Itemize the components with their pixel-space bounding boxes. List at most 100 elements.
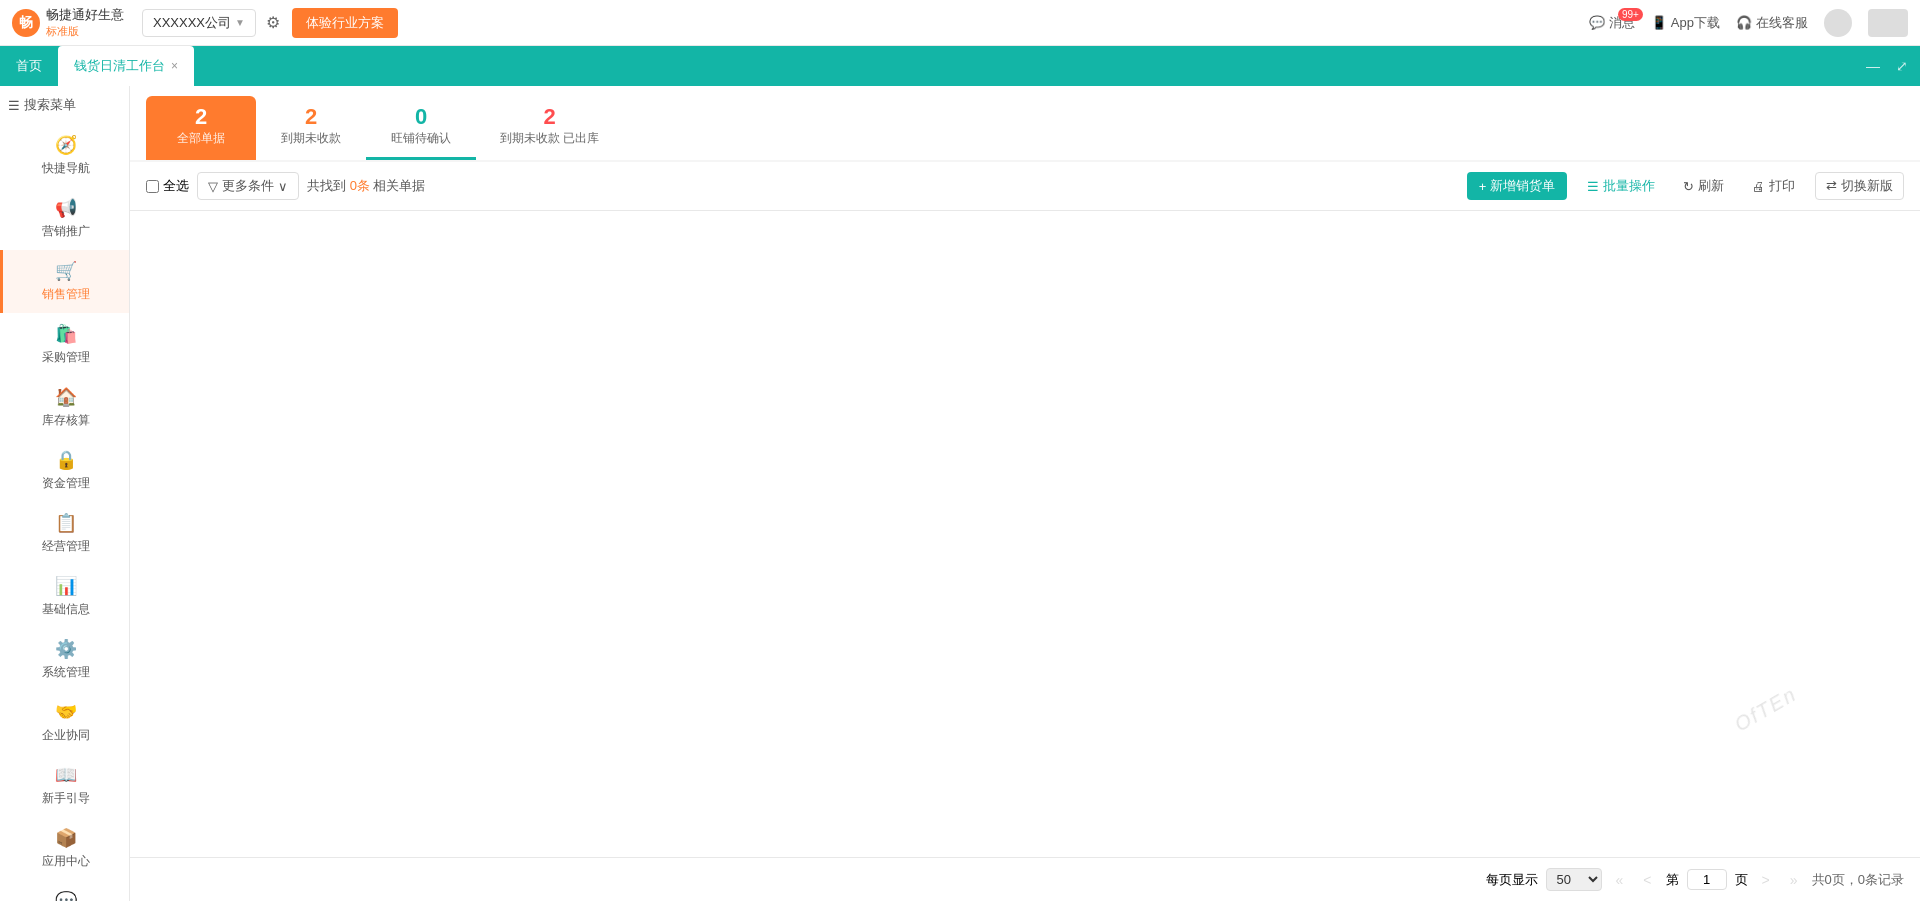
- found-prefix: 共找到: [307, 178, 346, 193]
- purchase-icon: 🛍️: [55, 323, 77, 345]
- sidebar-label-cooperation: 企业协同: [42, 727, 90, 744]
- sidebar-item-guide[interactable]: 📖 新手引导: [0, 754, 129, 817]
- online-service-button[interactable]: 🎧 在线客服: [1736, 14, 1808, 32]
- sidebar-label-inventory: 库存核算: [42, 412, 90, 429]
- online-service-label: 在线客服: [1756, 14, 1808, 32]
- search-menu-button[interactable]: ☰ 搜索菜单: [0, 86, 129, 124]
- found-suffix: 相关单据: [373, 178, 425, 193]
- batch-label: 批量操作: [1603, 177, 1655, 195]
- inventory-icon: 🏠: [55, 386, 77, 408]
- cooperation-icon: 🤝: [55, 701, 77, 723]
- stats-label-overdue: 到期未收款: [281, 130, 341, 147]
- batch-operation-button[interactable]: ☰ 批量操作: [1579, 173, 1663, 199]
- sidebar-item-basic-info[interactable]: 📊 基础信息: [0, 565, 129, 628]
- sidebar-item-operations[interactable]: 📋 经营管理: [0, 502, 129, 565]
- top-header: 畅 畅捷通好生意 标准版 XXXXXX公司 ▼ ⚙ 体验行业方案 💬 消息 99…: [0, 0, 1920, 46]
- stats-count-pending: 0: [415, 104, 427, 130]
- finance-icon: 🔒: [55, 449, 77, 471]
- sidebar-label-quick-nav: 快捷导航: [42, 160, 90, 177]
- empty-content-area: [130, 211, 1920, 857]
- filter-button[interactable]: ▽ 更多条件 ∨: [197, 172, 299, 200]
- page-number-input[interactable]: [1687, 869, 1727, 890]
- message-button[interactable]: 💬 消息 99+: [1589, 14, 1635, 32]
- close-tab-icon[interactable]: ×: [171, 59, 178, 73]
- plus-icon: +: [1479, 179, 1487, 194]
- stats-tab-overdue-out[interactable]: 2 到期未收款 已出库: [476, 96, 623, 160]
- sidebar-item-purchase[interactable]: 🛍️ 采购管理: [0, 313, 129, 376]
- found-text: 共找到 0条 相关单据: [307, 177, 425, 195]
- tab-home[interactable]: 首页: [0, 46, 58, 86]
- company-selector[interactable]: XXXXXX公司 ▼: [142, 9, 256, 37]
- filter-arrow-icon: ∨: [278, 179, 288, 194]
- refresh-button[interactable]: ↻ 刷新: [1675, 173, 1732, 199]
- sidebar-item-wechat[interactable]: 💬 企业微信: [0, 880, 129, 901]
- select-all-input[interactable]: [146, 180, 159, 193]
- sidebar-label-finance: 资金管理: [42, 475, 90, 492]
- sidebar-label-system: 系统管理: [42, 664, 90, 681]
- print-label: 打印: [1769, 177, 1795, 195]
- guide-icon: 📖: [55, 764, 77, 786]
- system-icon: ⚙️: [55, 638, 77, 660]
- sidebar-item-sales[interactable]: 🛒 销售管理: [0, 250, 129, 313]
- main-layout: ☰ 搜索菜单 🧭 快捷导航 📢 营销推广 🛒 销售管理 🛍️ 采购管理 🏠 库存…: [0, 86, 1920, 901]
- settings-icon[interactable]: ⚙: [266, 13, 280, 32]
- stats-tab-pending[interactable]: 0 旺铺待确认: [366, 96, 476, 160]
- logo-sub-text: 标准版: [46, 24, 124, 38]
- tab-active-label: 钱货日清工作台: [74, 57, 165, 75]
- select-all-label: 全选: [163, 177, 189, 195]
- stats-count-all: 2: [195, 104, 207, 130]
- tab-active[interactable]: 钱货日清工作台 ×: [58, 46, 194, 86]
- app-center-icon: 📦: [55, 827, 77, 849]
- trial-button[interactable]: 体验行业方案: [292, 8, 398, 38]
- message-badge: 99+: [1618, 8, 1643, 21]
- next-page-button[interactable]: >: [1756, 870, 1776, 890]
- print-button[interactable]: 🖨 打印: [1744, 173, 1803, 199]
- stats-tab-all[interactable]: 2 全部单据: [146, 96, 256, 160]
- stats-tab-overdue[interactable]: 2 到期未收款: [256, 96, 366, 160]
- switch-version-button[interactable]: ⇄ 切换新版: [1815, 172, 1904, 200]
- avatar[interactable]: [1824, 9, 1852, 37]
- per-page-label: 每页显示: [1486, 871, 1538, 889]
- sidebar-item-cooperation[interactable]: 🤝 企业协同: [0, 691, 129, 754]
- sidebar-label-basic-info: 基础信息: [42, 601, 90, 618]
- sidebar-item-system[interactable]: ⚙️ 系统管理: [0, 628, 129, 691]
- app-download-button[interactable]: 📱 App下载: [1651, 14, 1720, 32]
- tabs-bar: 首页 钱货日清工作台 × — ⤢: [0, 46, 1920, 86]
- refresh-icon: ↻: [1683, 179, 1694, 194]
- sidebar-item-quick-nav[interactable]: 🧭 快捷导航: [0, 124, 129, 187]
- sales-icon: 🛒: [55, 260, 77, 282]
- stats-label-pending: 旺铺待确认: [391, 130, 451, 147]
- first-page-button[interactable]: «: [1610, 870, 1630, 890]
- sidebar-item-marketing[interactable]: 📢 营销推广: [0, 187, 129, 250]
- user-menu[interactable]: [1868, 9, 1908, 37]
- total-info: 共0页，0条记录: [1812, 871, 1904, 889]
- stats-tabs: 2 全部单据 2 到期未收款 0 旺铺待确认 2 到期未收款 已出库: [130, 86, 1920, 160]
- new-sale-order-button[interactable]: + 新增销货单: [1467, 172, 1568, 200]
- search-icon: ☰: [8, 98, 20, 113]
- tabs-controls: — ⤢: [1862, 54, 1920, 78]
- sidebar-item-app-center[interactable]: 📦 应用中心: [0, 817, 129, 880]
- maximize-icon[interactable]: ⤢: [1892, 54, 1912, 78]
- service-icon: 🎧: [1736, 15, 1752, 30]
- page-label: 第: [1666, 871, 1679, 889]
- logo-main-text: 畅捷通好生意: [46, 7, 124, 24]
- download-icon: 📱: [1651, 15, 1667, 30]
- sidebar-label-sales: 销售管理: [42, 286, 90, 303]
- last-page-button[interactable]: »: [1784, 870, 1804, 890]
- sidebar-item-inventory[interactable]: 🏠 库存核算: [0, 376, 129, 439]
- message-icon: 💬: [1589, 15, 1605, 30]
- page-suffix: 页: [1735, 871, 1748, 889]
- print-icon: 🖨: [1752, 179, 1765, 194]
- sidebar-item-finance[interactable]: 🔒 资金管理: [0, 439, 129, 502]
- found-count: 0条: [350, 178, 370, 193]
- sidebar-label-app-center: 应用中心: [42, 853, 90, 870]
- per-page-select[interactable]: 50 100 200: [1546, 868, 1602, 891]
- switch-label: 切换新版: [1841, 178, 1893, 193]
- prev-page-button[interactable]: <: [1637, 870, 1657, 890]
- marketing-icon: 📢: [55, 197, 77, 219]
- minimize-icon[interactable]: —: [1862, 54, 1884, 78]
- select-all-checkbox[interactable]: 全选: [146, 177, 189, 195]
- header-right: 💬 消息 99+ 📱 App下载 🎧 在线客服: [1589, 9, 1908, 37]
- basic-info-icon: 📊: [55, 575, 77, 597]
- toolbar-right: + 新增销货单 ☰ 批量操作 ↻ 刷新 🖨 打印 ⇄ 切换新版: [1467, 172, 1904, 200]
